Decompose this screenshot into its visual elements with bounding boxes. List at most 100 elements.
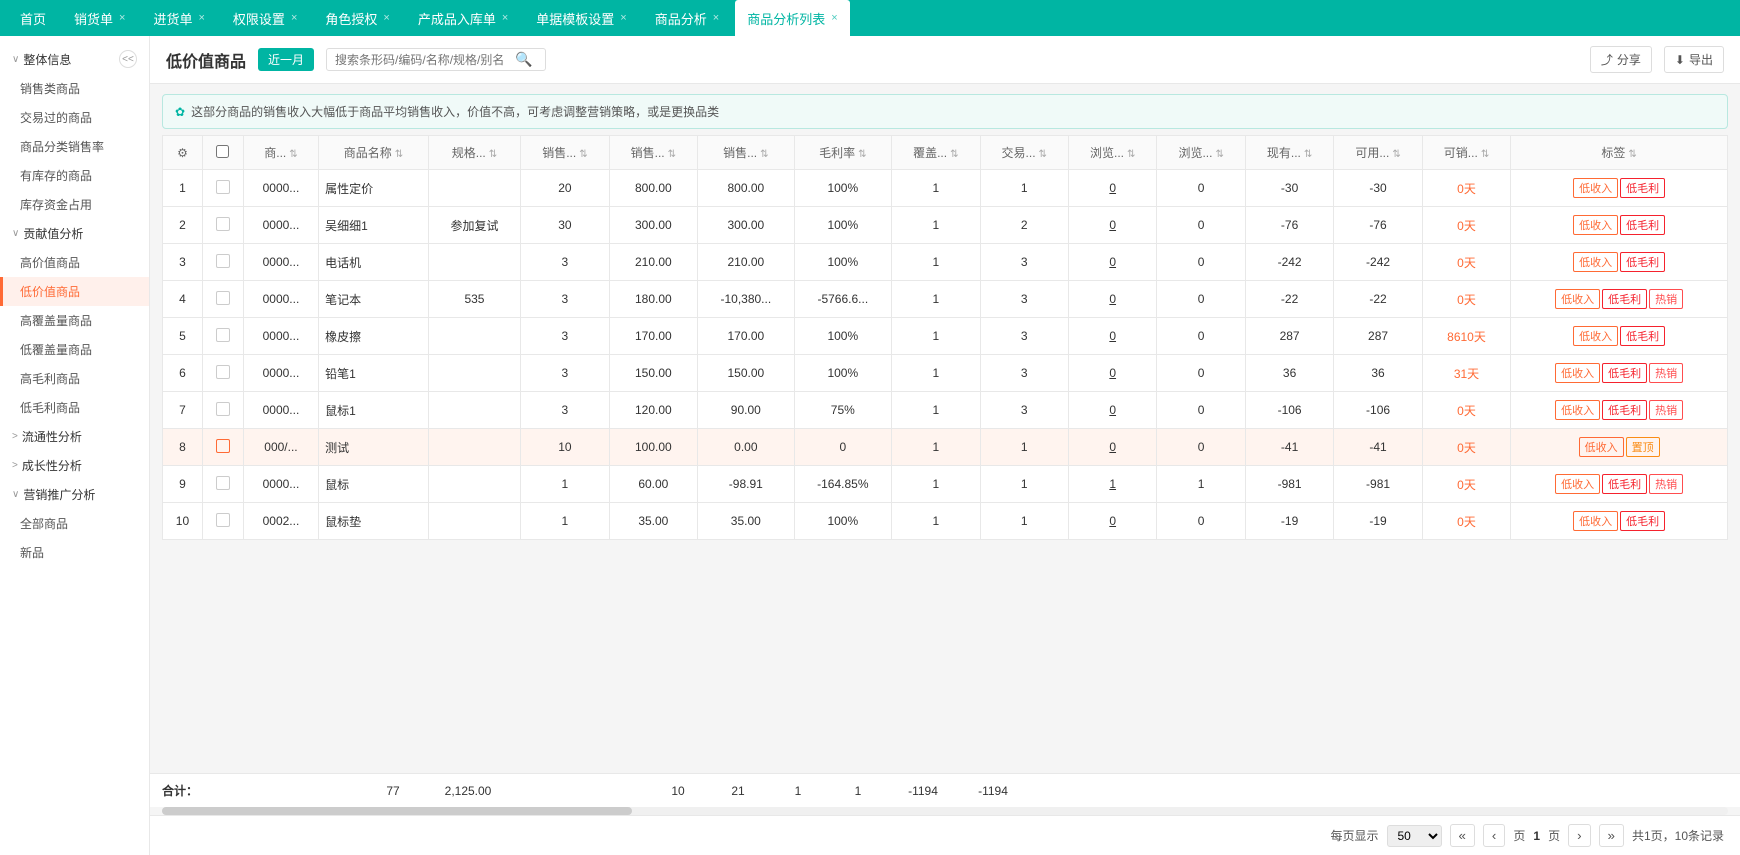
sidebar-item-stock-capital[interactable]: 库存资金占用 bbox=[0, 190, 149, 219]
views1-link[interactable]: 0 bbox=[1109, 218, 1116, 232]
views1-link[interactable]: 0 bbox=[1109, 366, 1116, 380]
export-button[interactable]: ⬇ 导出 bbox=[1664, 46, 1724, 73]
sidebar-item-stock-products[interactable]: 有库存的商品 bbox=[0, 161, 149, 190]
nav-template[interactable]: 单据模板设置 × bbox=[524, 0, 638, 36]
cell-checkbox[interactable] bbox=[202, 466, 243, 503]
sidebar-item-traded[interactable]: 交易过的商品 bbox=[0, 103, 149, 132]
th-views1[interactable]: 浏览...⇅ bbox=[1068, 136, 1156, 170]
cell-views1[interactable]: 0 bbox=[1068, 429, 1156, 466]
cell-views1[interactable]: 1 bbox=[1068, 466, 1156, 503]
th-coverage[interactable]: 覆盖...⇅ bbox=[892, 136, 980, 170]
last-page-button[interactable]: » bbox=[1599, 824, 1624, 847]
views1-link[interactable]: 0 bbox=[1109, 329, 1116, 343]
th-checkbox[interactable] bbox=[202, 136, 243, 170]
sidebar-group-liquidity[interactable]: > 流通性分析 bbox=[0, 422, 149, 451]
select-all-checkbox[interactable] bbox=[216, 145, 229, 158]
th-code[interactable]: 商...⇅ bbox=[243, 136, 318, 170]
cell-views1[interactable]: 0 bbox=[1068, 318, 1156, 355]
close-icon[interactable]: × bbox=[383, 12, 389, 24]
row-checkbox[interactable] bbox=[216, 180, 230, 194]
search-icon[interactable]: 🔍 bbox=[515, 51, 532, 68]
collapse-icon[interactable]: << bbox=[119, 50, 137, 68]
sidebar-item-low-value[interactable]: 低价值商品 bbox=[0, 277, 149, 306]
row-checkbox[interactable] bbox=[216, 254, 230, 268]
views1-link[interactable]: 0 bbox=[1109, 440, 1116, 454]
nav-sales[interactable]: 销货单 × bbox=[62, 0, 137, 36]
th-spec[interactable]: 规格...⇅ bbox=[428, 136, 520, 170]
sidebar-group-contribution[interactable]: ∨ 贡献值分析 bbox=[0, 219, 149, 248]
th-available[interactable]: 可用...⇅ bbox=[1334, 136, 1422, 170]
filter-recent-month-button[interactable]: 近一月 bbox=[258, 48, 314, 71]
th-current[interactable]: 现有...⇅ bbox=[1245, 136, 1333, 170]
cell-views1[interactable]: 0 bbox=[1068, 244, 1156, 281]
sidebar-item-all-products[interactable]: 全部商品 bbox=[0, 509, 149, 538]
sidebar-item-category-rate[interactable]: 商品分类销售率 bbox=[0, 132, 149, 161]
close-icon[interactable]: × bbox=[291, 12, 297, 24]
sidebar-item-low-coverage[interactable]: 低覆盖量商品 bbox=[0, 335, 149, 364]
row-checkbox[interactable] bbox=[216, 217, 230, 231]
th-gross-margin[interactable]: 毛利率⇅ bbox=[794, 136, 892, 170]
close-icon[interactable]: × bbox=[198, 12, 204, 24]
gear-icon[interactable]: ⚙ bbox=[177, 146, 188, 160]
row-checkbox[interactable] bbox=[216, 291, 230, 305]
cell-checkbox[interactable] bbox=[202, 281, 243, 318]
row-checkbox[interactable] bbox=[216, 439, 230, 453]
th-views2[interactable]: 浏览...⇅ bbox=[1157, 136, 1245, 170]
cell-checkbox[interactable] bbox=[202, 503, 243, 540]
row-checkbox[interactable] bbox=[216, 365, 230, 379]
cell-views1[interactable]: 0 bbox=[1068, 207, 1156, 244]
th-sales-price[interactable]: 销售...⇅ bbox=[609, 136, 697, 170]
close-icon[interactable]: × bbox=[713, 12, 719, 24]
th-tags[interactable]: 标签⇅ bbox=[1511, 136, 1728, 170]
sidebar-item-new-products[interactable]: 新品 bbox=[0, 538, 149, 567]
views1-link[interactable]: 0 bbox=[1109, 292, 1116, 306]
th-sales-qty[interactable]: 销售...⇅ bbox=[521, 136, 609, 170]
sidebar-item-sales-products[interactable]: 销售类商品 bbox=[0, 74, 149, 103]
views1-link[interactable]: 0 bbox=[1109, 403, 1116, 417]
prev-page-button[interactable]: ‹ bbox=[1483, 824, 1505, 847]
sidebar-item-low-margin[interactable]: 低毛利商品 bbox=[0, 393, 149, 422]
cell-checkbox[interactable] bbox=[202, 318, 243, 355]
close-icon[interactable]: × bbox=[620, 12, 626, 24]
search-input[interactable] bbox=[335, 53, 515, 67]
views1-link[interactable]: 1 bbox=[1109, 477, 1116, 491]
cell-checkbox[interactable] bbox=[202, 355, 243, 392]
first-page-button[interactable]: « bbox=[1450, 824, 1475, 847]
cell-views1[interactable]: 0 bbox=[1068, 392, 1156, 429]
cell-checkbox[interactable] bbox=[202, 244, 243, 281]
views1-link[interactable]: 0 bbox=[1109, 181, 1116, 195]
row-checkbox[interactable] bbox=[216, 328, 230, 342]
nav-purchase[interactable]: 进货单 × bbox=[141, 0, 216, 36]
cell-views1[interactable]: 0 bbox=[1068, 170, 1156, 207]
sidebar-group-overview[interactable]: ∨ 整体信息 << bbox=[0, 44, 149, 74]
nav-permission[interactable]: 权限设置 × bbox=[221, 0, 309, 36]
cell-views1[interactable]: 0 bbox=[1068, 355, 1156, 392]
th-gear[interactable]: ⚙ bbox=[163, 136, 203, 170]
cell-views1[interactable]: 0 bbox=[1068, 503, 1156, 540]
sidebar-group-marketing[interactable]: ∨ 营销推广分析 bbox=[0, 480, 149, 509]
close-icon[interactable]: × bbox=[831, 12, 837, 24]
next-page-button[interactable]: › bbox=[1568, 824, 1590, 847]
sidebar-item-high-coverage[interactable]: 高覆盖量商品 bbox=[0, 306, 149, 335]
nav-product-stock[interactable]: 产成品入库单 × bbox=[406, 0, 520, 36]
nav-product-analysis[interactable]: 商品分析 × bbox=[643, 0, 731, 36]
sidebar-item-high-margin[interactable]: 高毛利商品 bbox=[0, 364, 149, 393]
cell-views1[interactable]: 0 bbox=[1068, 281, 1156, 318]
views1-link[interactable]: 0 bbox=[1109, 514, 1116, 528]
close-icon[interactable]: × bbox=[502, 12, 508, 24]
cell-checkbox[interactable] bbox=[202, 207, 243, 244]
cell-checkbox[interactable] bbox=[202, 170, 243, 207]
th-sales-amount[interactable]: 销售...⇅ bbox=[698, 136, 794, 170]
nav-role[interactable]: 角色授权 × bbox=[313, 0, 401, 36]
th-saleable[interactable]: 可销...⇅ bbox=[1422, 136, 1510, 170]
close-icon[interactable]: × bbox=[119, 12, 125, 24]
views1-link[interactable]: 0 bbox=[1109, 255, 1116, 269]
cell-checkbox[interactable] bbox=[202, 429, 243, 466]
th-name[interactable]: 商品名称⇅ bbox=[319, 136, 429, 170]
sidebar-item-high-value[interactable]: 高价值商品 bbox=[0, 248, 149, 277]
nav-home[interactable]: 首页 bbox=[8, 0, 58, 36]
nav-product-analysis-list[interactable]: 商品分析列表 × bbox=[735, 0, 849, 36]
row-checkbox[interactable] bbox=[216, 513, 230, 527]
th-trade[interactable]: 交易...⇅ bbox=[980, 136, 1068, 170]
share-button[interactable]: ⤴ 分享 bbox=[1590, 46, 1652, 73]
